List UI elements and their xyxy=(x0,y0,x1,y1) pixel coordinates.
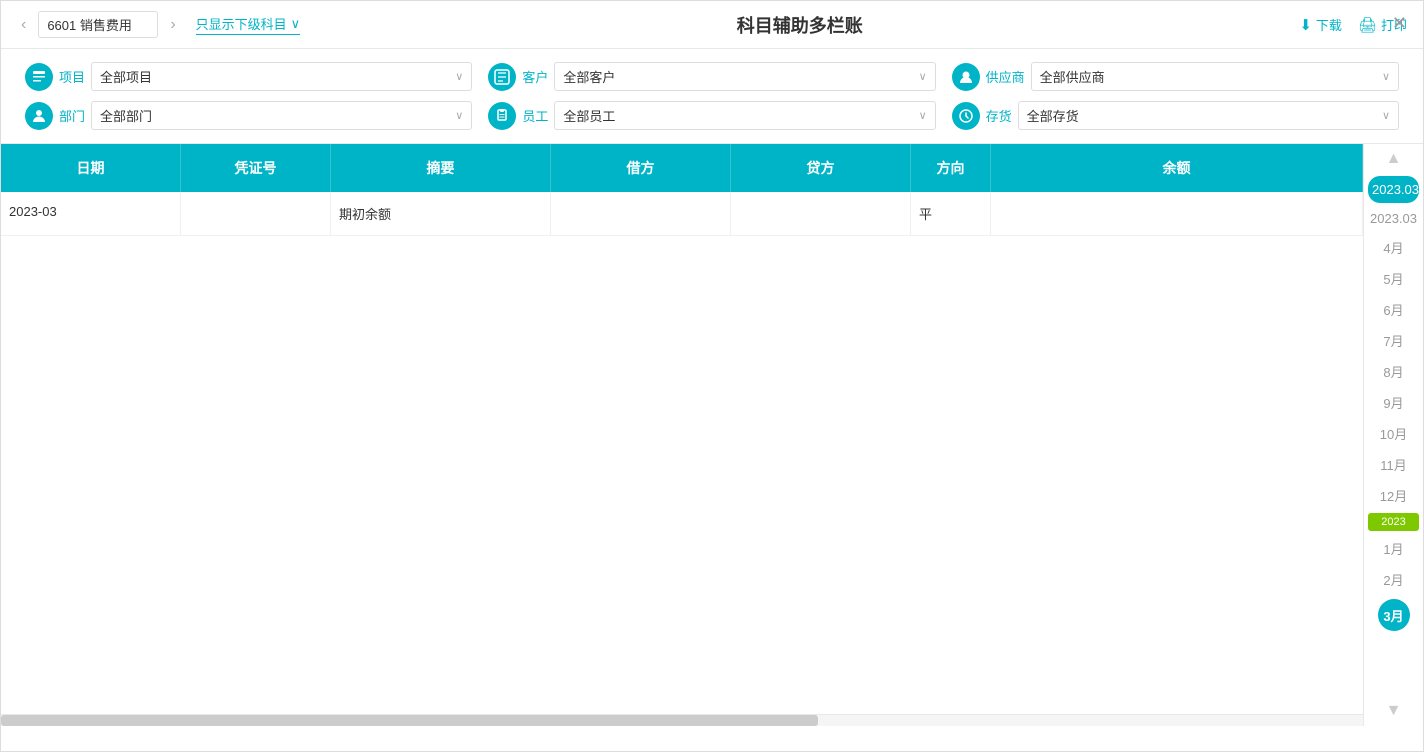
department-select-value: 全部部门 xyxy=(100,106,451,125)
scroll-down-button[interactable]: ▼ xyxy=(1364,696,1423,726)
inventory-label: 存货 xyxy=(986,106,1012,125)
right-panel: ▲ 2023.03 2023.03 4月 5月 6月 7月 8月 9月 10月 … xyxy=(1363,144,1423,726)
page-title: 科目辅助多栏账 xyxy=(308,12,1291,38)
chevron-down-icon: ∨ xyxy=(1382,70,1390,83)
inventory-filter: 存货 全部存货 ∨ xyxy=(944,96,1407,135)
main-window: ✕ ‹ 6601 销售费用 › 只显示下级科目 ∨ 科目辅助多栏账 ⬇ 下载 🖨… xyxy=(0,0,1424,752)
chevron-down-icon: ∨ xyxy=(455,70,463,83)
period-item-3-current[interactable]: 3月 xyxy=(1378,599,1410,631)
account-code-display: 6601 销售费用 xyxy=(38,11,158,38)
table-header: 日期 凭证号 摘要 借方 贷方 方向 余额 xyxy=(1,144,1363,192)
header-voucher: 凭证号 xyxy=(181,144,331,192)
nav-prev-button[interactable]: ‹ xyxy=(17,14,30,36)
supplier-label: 供应商 xyxy=(986,67,1025,86)
period-item-10[interactable]: 10月 xyxy=(1364,418,1423,449)
cell-credit xyxy=(731,192,911,235)
download-icon: ⬇ xyxy=(1299,16,1312,34)
period-item-2[interactable]: 2月 xyxy=(1364,564,1423,595)
employee-filter: 员工 全部员工 ∨ xyxy=(480,96,943,135)
project-filter: 项目 全部项目 ∨ xyxy=(17,57,480,96)
department-select[interactable]: 全部部门 ∨ xyxy=(91,101,472,130)
table-area: 日期 凭证号 摘要 借方 贷方 方向 余额 2023-03 期初余额 平 xyxy=(1,144,1363,726)
header-date: 日期 xyxy=(1,144,181,192)
period-item-2023-03-second[interactable]: 2023.03 xyxy=(1364,205,1423,232)
period-item-1[interactable]: 1月 xyxy=(1364,533,1423,564)
cell-date: 2023-03 xyxy=(1,192,181,235)
customer-select[interactable]: 全部客户 ∨ xyxy=(554,62,935,91)
project-select-value: 全部项目 xyxy=(100,67,451,86)
horizontal-scrollbar[interactable] xyxy=(1,714,1363,726)
department-icon xyxy=(25,102,53,130)
customer-label: 客户 xyxy=(522,67,548,86)
header-summary: 摘要 xyxy=(331,144,551,192)
table-body: 2023-03 期初余额 平 xyxy=(1,192,1363,236)
inventory-icon xyxy=(952,102,980,130)
period-item-7[interactable]: 7月 xyxy=(1364,325,1423,356)
scroll-up-button[interactable]: ▲ xyxy=(1364,144,1423,174)
cell-summary: 期初余额 xyxy=(331,192,551,235)
toolbar: ‹ 6601 销售费用 › 只显示下级科目 ∨ 科目辅助多栏账 ⬇ 下载 🖨 打… xyxy=(1,1,1423,49)
year-badge-2023[interactable]: 2023 xyxy=(1368,513,1419,531)
cell-balance xyxy=(991,192,1363,235)
filters-area: 项目 全部项目 ∨ 客户 全部客户 ∨ xyxy=(1,49,1423,144)
chevron-down-icon: ∨ xyxy=(291,16,301,32)
chevron-down-icon: ∨ xyxy=(455,109,463,122)
account-code-text: 6601 销售费用 xyxy=(47,15,132,34)
header-credit: 贷方 xyxy=(731,144,911,192)
table-row: 2023-03 期初余额 平 xyxy=(1,192,1363,236)
inventory-select-value: 全部存货 xyxy=(1027,106,1378,125)
period-item-11[interactable]: 11月 xyxy=(1364,449,1423,480)
department-filter: 部门 全部部门 ∨ xyxy=(17,96,480,135)
project-icon xyxy=(25,63,53,91)
period-item-5[interactable]: 5月 xyxy=(1364,263,1423,294)
main-content: 日期 凭证号 摘要 借方 贷方 方向 余额 2023-03 期初余额 平 xyxy=(1,144,1423,726)
cell-debit xyxy=(551,192,731,235)
chevron-down-icon: ∨ xyxy=(1382,109,1390,122)
header-balance: 余额 xyxy=(991,144,1363,192)
supplier-filter: 供应商 全部供应商 ∨ xyxy=(944,57,1407,96)
period-item-12[interactable]: 12月 xyxy=(1364,480,1423,511)
show-sub-label: 只显示下级科目 xyxy=(196,14,287,33)
supplier-icon xyxy=(952,63,980,91)
inventory-select[interactable]: 全部存货 ∨ xyxy=(1018,101,1399,130)
scrollbar-thumb[interactable] xyxy=(1,715,818,726)
toolbar-actions: ⬇ 下载 🖨 打印 xyxy=(1299,15,1407,34)
period-item-9[interactable]: 9月 xyxy=(1364,387,1423,418)
employee-select-value: 全部员工 xyxy=(563,106,914,125)
project-label: 项目 xyxy=(59,67,85,86)
close-button[interactable]: ✕ xyxy=(1392,13,1407,34)
show-sub-accounts-button[interactable]: 只显示下级科目 ∨ xyxy=(196,14,301,35)
customer-select-value: 全部客户 xyxy=(563,67,914,86)
project-select[interactable]: 全部项目 ∨ xyxy=(91,62,472,91)
department-label: 部门 xyxy=(59,106,85,125)
chevron-down-icon: ∨ xyxy=(919,70,927,83)
period-item-4[interactable]: 4月 xyxy=(1364,232,1423,263)
download-label: 下载 xyxy=(1316,15,1342,34)
period-item-6[interactable]: 6月 xyxy=(1364,294,1423,325)
nav-next-button[interactable]: › xyxy=(166,14,179,36)
employee-icon xyxy=(488,102,516,130)
customer-icon xyxy=(488,63,516,91)
header-direction: 方向 xyxy=(911,144,991,192)
header-debit: 借方 xyxy=(551,144,731,192)
chevron-down-icon: ∨ xyxy=(919,109,927,122)
employee-select[interactable]: 全部员工 ∨ xyxy=(554,101,935,130)
cell-direction: 平 xyxy=(911,192,991,235)
customer-filter: 客户 全部客户 ∨ xyxy=(480,57,943,96)
print-icon: 🖨 xyxy=(1358,16,1377,34)
period-item-2023-03-first[interactable]: 2023.03 xyxy=(1368,176,1419,203)
download-button[interactable]: ⬇ 下载 xyxy=(1299,15,1342,34)
supplier-select-value: 全部供应商 xyxy=(1040,67,1378,86)
supplier-select[interactable]: 全部供应商 ∨ xyxy=(1031,62,1399,91)
period-item-8[interactable]: 8月 xyxy=(1364,356,1423,387)
employee-label: 员工 xyxy=(522,106,548,125)
cell-voucher xyxy=(181,192,331,235)
